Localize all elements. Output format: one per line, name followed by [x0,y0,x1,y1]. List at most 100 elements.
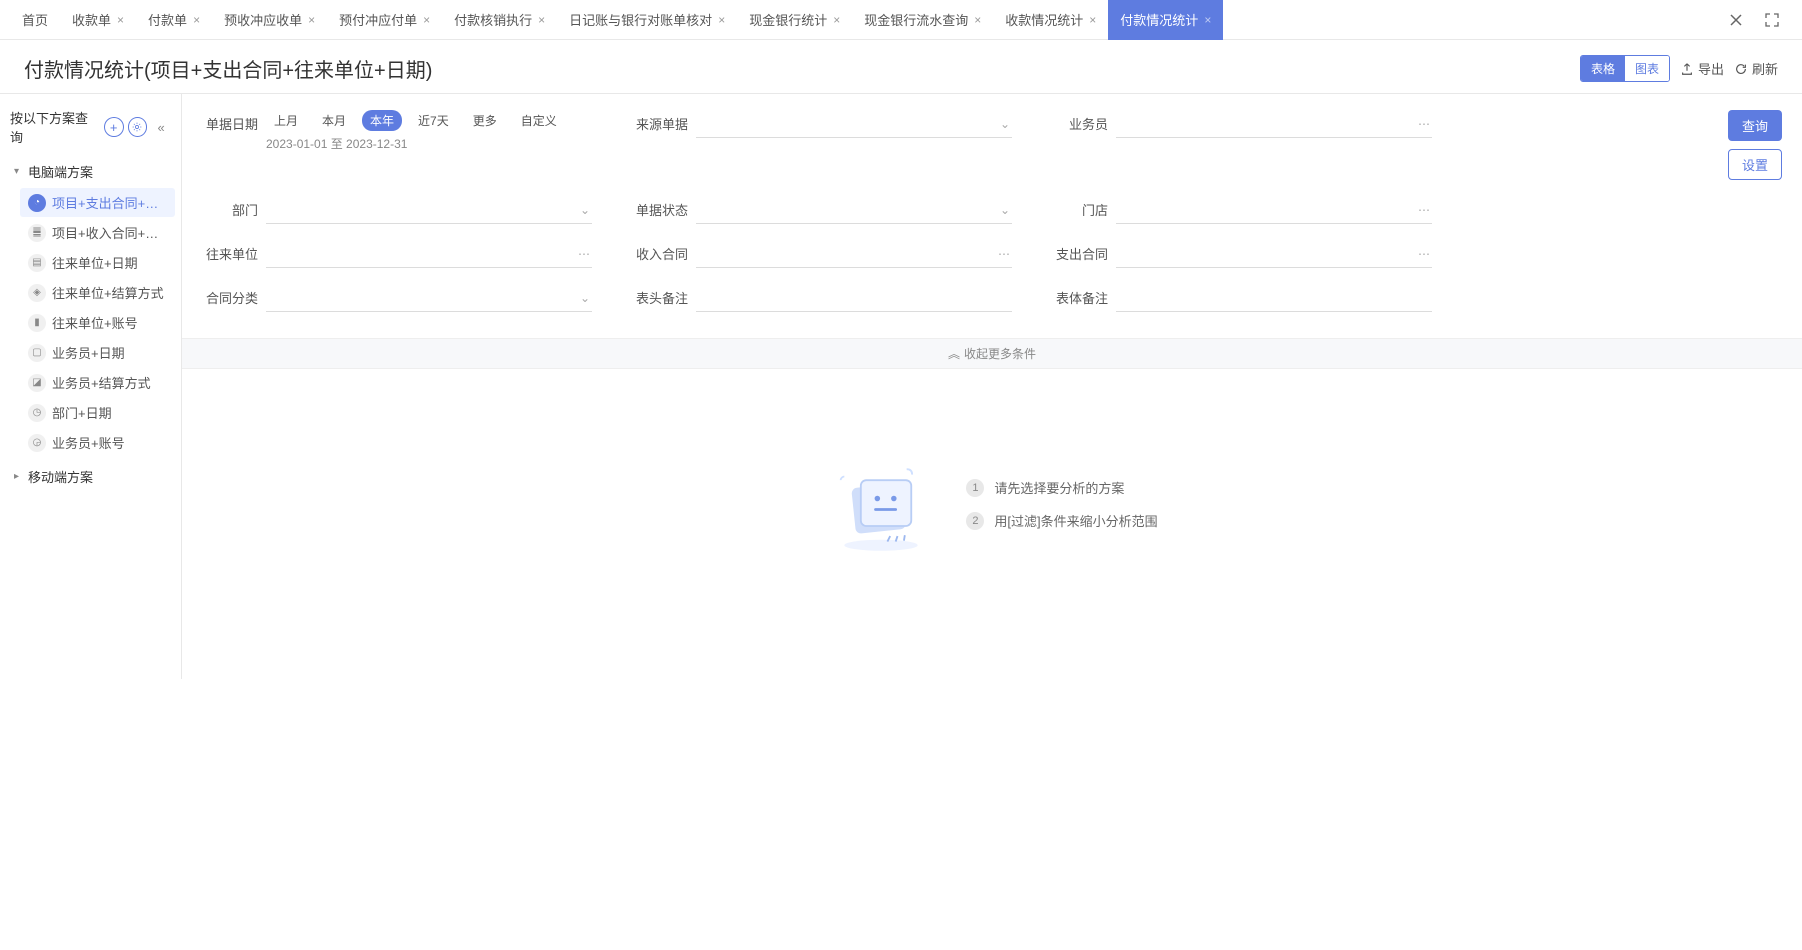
add-scheme-button[interactable]: + [104,117,124,137]
store-input[interactable] [1116,202,1416,217]
source-input[interactable] [696,116,998,131]
tree-group[interactable]: ▾电脑端方案 [6,156,175,187]
tree-item[interactable]: ◪ 业务员+结算方式 [20,368,175,397]
tab[interactable]: 收款单 × [60,0,136,40]
refresh-button[interactable]: 刷新 [1734,59,1778,78]
view-table-button[interactable]: 表格 [1581,56,1625,81]
tab[interactable]: 付款核销执行× [442,0,557,40]
bnote-input-wrap[interactable] [1116,284,1432,312]
tab[interactable]: 收款情况统计× [993,0,1108,40]
biz-input[interactable] [1116,116,1416,131]
tab[interactable]: 现金银行流水查询× [852,0,993,40]
close-tab-icon[interactable]: × [718,13,725,27]
view-toggle: 表格 图表 [1580,55,1670,82]
tab[interactable]: 现金银行统计 × [737,0,852,40]
close-tab-icon[interactable]: × [1089,13,1096,27]
export-label: 导出 [1698,59,1724,78]
status-input[interactable] [696,202,998,217]
dept-input[interactable] [266,202,578,217]
date-quick-option[interactable]: 本年 [362,110,402,131]
income-label: 收入合同 [632,240,688,263]
close-tab-icon[interactable]: × [833,13,840,27]
income-picker[interactable]: ⋯ [696,240,1012,268]
close-tab-icon[interactable]: × [974,13,981,27]
empty-step-2: 2 用[过滤]条件来缩小分析范围 [966,511,1157,530]
status-select[interactable]: ⌄ [696,196,1012,224]
partner-picker[interactable]: ⋯ [266,240,592,268]
export-button[interactable]: 导出 [1680,59,1724,78]
collapse-filters-button[interactable]: ︽收起更多条件 [182,338,1802,369]
tab-label: 收款单 [72,10,111,29]
source-select[interactable]: ⌄ [696,110,1012,138]
query-button[interactable]: 查询 [1728,110,1782,141]
tree-item-label: 业务员+账号 [52,433,125,452]
fullscreen-icon[interactable] [1762,10,1782,30]
close-tab-icon[interactable]: × [117,13,124,27]
collapse-sidebar-button[interactable]: « [151,117,171,137]
tab[interactable]: 首页 [10,0,60,40]
close-all-icon[interactable] [1726,10,1746,30]
tab[interactable]: 付款情况统计× [1108,0,1223,40]
cat-label: 合同分类 [202,284,258,307]
scheme-tree: ▾电脑端方案◔项目+支出合同+往来...䷀项目+收入合同+往来...▤往来单位+… [0,156,181,492]
sidebar-title: 按以下方案查询 [10,108,100,146]
close-tab-icon[interactable]: × [1204,13,1211,27]
view-chart-button[interactable]: 图表 [1625,56,1669,81]
store-picker[interactable]: ⋯ [1116,196,1432,224]
empty-state: 1 请先选择要分析的方案 2 用[过滤]条件来缩小分析范围 [182,369,1802,679]
hnote-input-wrap[interactable] [696,284,1012,312]
ellipsis-icon: ⋯ [1416,203,1432,217]
expend-picker[interactable]: ⋯ [1116,240,1432,268]
date-quick-option[interactable]: 近7天 [410,110,457,131]
tree-item-label: 往来单位+账号 [52,313,138,332]
date-quick-option[interactable]: 本月 [314,110,354,131]
cat-select[interactable]: ⌄ [266,284,592,312]
close-tab-icon[interactable]: × [308,13,315,27]
tree-item[interactable]: ▤往来单位+日期 [20,248,175,277]
income-input[interactable] [696,246,996,261]
partner-input[interactable] [266,246,576,261]
ellipsis-icon: ⋯ [576,247,592,261]
tree-item[interactable]: ◈往来单位+结算方式 [20,278,175,307]
close-tab-icon[interactable]: × [538,13,545,27]
refresh-label: 刷新 [1752,59,1778,78]
tree-item-label: 业务员+结算方式 [52,373,151,392]
empty-illustration-icon [826,449,936,559]
biz-picker[interactable]: ⋯ [1116,110,1432,138]
tree-item[interactable]: ◶业务员+账号 [20,428,175,457]
tree-item-label: 业务员+日期 [52,343,125,362]
content-area: 单据日期 上月本月本年近7天更多自定义 2023-01-01 至 2023-12… [182,94,1802,679]
date-quick-option[interactable]: 更多 [465,110,505,131]
tab-label: 现金银行统计 [749,10,827,29]
tree-item[interactable]: ▮往来单位+账号 [20,308,175,337]
cat-input[interactable] [266,290,578,305]
date-quick-option[interactable]: 自定义 [513,110,565,131]
close-tab-icon[interactable]: × [423,13,430,27]
date-quick-option[interactable]: 上月 [266,110,306,131]
tree-item[interactable]: ▢业务员+日期 [20,338,175,367]
bnote-input[interactable] [1116,290,1432,305]
tree-item[interactable]: ䷀项目+收入合同+往来... [20,218,175,247]
tab[interactable]: 预付冲应付单× [327,0,442,40]
dept-select[interactable]: ⌄ [266,196,592,224]
tab[interactable]: 付款单× [136,0,212,40]
caret-down-icon: ▾ [14,166,26,177]
tree-group[interactable]: ▸移动端方案 [6,461,175,492]
close-tab-icon[interactable]: × [193,13,200,27]
sidebar: 按以下方案查询 + « ▾电脑端方案◔项目+支出合同+往来...䷀项目+收入合同… [0,94,182,679]
hnote-input[interactable] [696,290,1012,305]
tab[interactable]: 预收冲应收单× [212,0,327,40]
scheme-icon: ▤ [28,254,46,272]
tree-item[interactable]: ◔项目+支出合同+往来... [20,188,175,217]
tab-label: 日记账与银行对账单核对 [569,10,712,29]
expend-label: 支出合同 [1052,240,1108,263]
ellipsis-icon: ⋯ [996,247,1012,261]
settings-button[interactable]: 设置 [1728,149,1782,180]
step-number-icon: 2 [966,512,984,530]
scheme-icon: ◪ [28,374,46,392]
expend-input[interactable] [1116,246,1416,261]
status-label: 单据状态 [632,196,688,219]
tree-item[interactable]: ◷部门+日期 [20,398,175,427]
tab[interactable]: 日记账与银行对账单核对 × [557,0,737,40]
scheme-settings-button[interactable] [128,117,148,137]
